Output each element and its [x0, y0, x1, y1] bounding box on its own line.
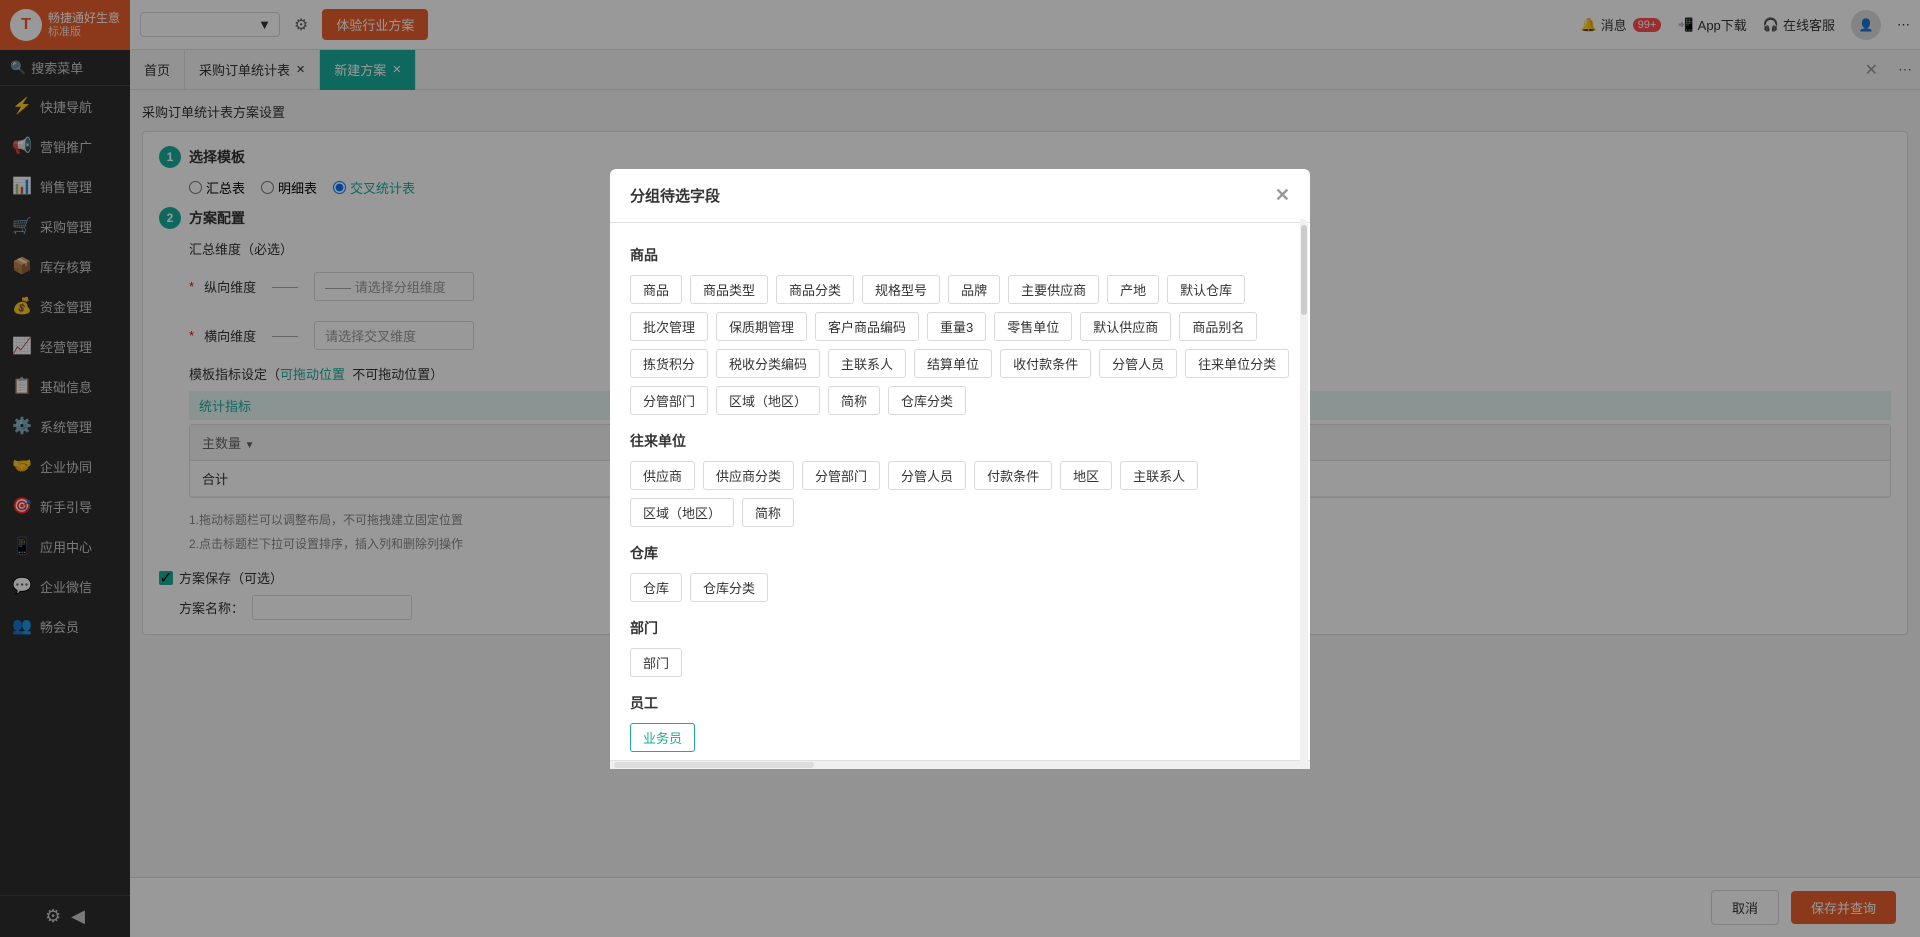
field-tag[interactable]: 税收分类编码 [716, 349, 820, 378]
field-tag[interactable]: 重量3 [927, 312, 986, 341]
field-tag[interactable]: 主要供应商 [1008, 275, 1099, 304]
field-tag[interactable]: 保质期管理 [716, 312, 807, 341]
modal-scrollbar-thumb[interactable] [1301, 225, 1307, 315]
field-tag[interactable]: 规格型号 [862, 275, 940, 304]
modal-hscrollbar-thumb[interactable] [614, 762, 814, 768]
field-tag[interactable]: 收付款条件 [1000, 349, 1091, 378]
modal-title: 分组待选字段 [630, 185, 720, 206]
field-tag[interactable]: 客户商品编码 [815, 312, 919, 341]
field-tag[interactable]: 简称 [828, 386, 880, 415]
modal-close-btn[interactable]: ✕ [1275, 185, 1290, 206]
field-tag[interactable]: 批次管理 [630, 312, 708, 341]
field-grid-product: 商品 商品类型 商品分类 规格型号 品牌 主要供应商 产地 默认仓库 批次管理 … [630, 275, 1290, 415]
field-tag[interactable]: 仓库分类 [888, 386, 966, 415]
field-tag[interactable]: 区域（地区） [630, 498, 734, 527]
field-tag[interactable]: 分管部门 [802, 461, 880, 490]
field-tag[interactable]: 仓库分类 [690, 573, 768, 602]
field-tag[interactable]: 分管人员 [1099, 349, 1177, 378]
field-tag[interactable]: 供应商 [630, 461, 695, 490]
modal-hscrollbar [610, 760, 1310, 768]
field-tag[interactable]: 商品别名 [1179, 312, 1257, 341]
section-title-product: 商品 [630, 245, 1290, 265]
modal-header: 分组待选字段 ✕ [610, 169, 1310, 223]
modal-select-fields: 分组待选字段 ✕ 商品 商品 商品类型 商品分类 规格型号 品牌 主要供应商 产… [610, 169, 1310, 769]
field-tag[interactable]: 商品 [630, 275, 682, 304]
section-title-department: 部门 [630, 618, 1290, 638]
field-tag[interactable]: 品牌 [948, 275, 1000, 304]
section-title-warehouse: 仓库 [630, 543, 1290, 563]
field-tag[interactable]: 主联系人 [828, 349, 906, 378]
field-tag[interactable]: 区域（地区） [716, 386, 820, 415]
field-tag[interactable]: 分管人员 [888, 461, 966, 490]
field-tag[interactable]: 默认仓库 [1167, 275, 1245, 304]
field-tag[interactable]: 分管部门 [630, 386, 708, 415]
field-tag[interactable]: 商品类型 [690, 275, 768, 304]
field-tag[interactable]: 商品分类 [776, 275, 854, 304]
field-tag[interactable]: 付款条件 [974, 461, 1052, 490]
field-tag[interactable]: 地区 [1060, 461, 1112, 490]
field-tag[interactable]: 部门 [630, 648, 682, 677]
field-tag[interactable]: 往来单位分类 [1185, 349, 1289, 378]
field-tag[interactable]: 结算单位 [914, 349, 992, 378]
field-tag[interactable]: 零售单位 [994, 312, 1072, 341]
field-tag[interactable]: 默认供应商 [1080, 312, 1171, 341]
field-tag[interactable]: 供应商分类 [703, 461, 794, 490]
section-title-counterpart: 往来单位 [630, 431, 1290, 451]
field-tag-employee[interactable]: 业务员 [630, 723, 695, 752]
modal-scrollbar-track [1300, 219, 1308, 769]
field-tag[interactable]: 拣货积分 [630, 349, 708, 378]
field-grid-department: 部门 [630, 648, 1290, 677]
field-tag[interactable]: 仓库 [630, 573, 682, 602]
field-tag[interactable]: 简称 [742, 498, 794, 527]
field-grid-warehouse: 仓库 仓库分类 [630, 573, 1290, 602]
field-tag[interactable]: 产地 [1107, 275, 1159, 304]
section-title-employee: 员工 [630, 693, 1290, 713]
field-grid-employee: 业务员 [630, 723, 1290, 752]
field-grid-counterpart: 供应商 供应商分类 分管部门 分管人员 付款条件 地区 主联系人 区域（地区） … [630, 461, 1290, 527]
modal-backdrop: 分组待选字段 ✕ 商品 商品 商品类型 商品分类 规格型号 品牌 主要供应商 产… [0, 0, 1920, 937]
field-tag[interactable]: 主联系人 [1120, 461, 1198, 490]
modal-body[interactable]: 商品 商品 商品类型 商品分类 规格型号 品牌 主要供应商 产地 默认仓库 批次… [610, 223, 1310, 761]
